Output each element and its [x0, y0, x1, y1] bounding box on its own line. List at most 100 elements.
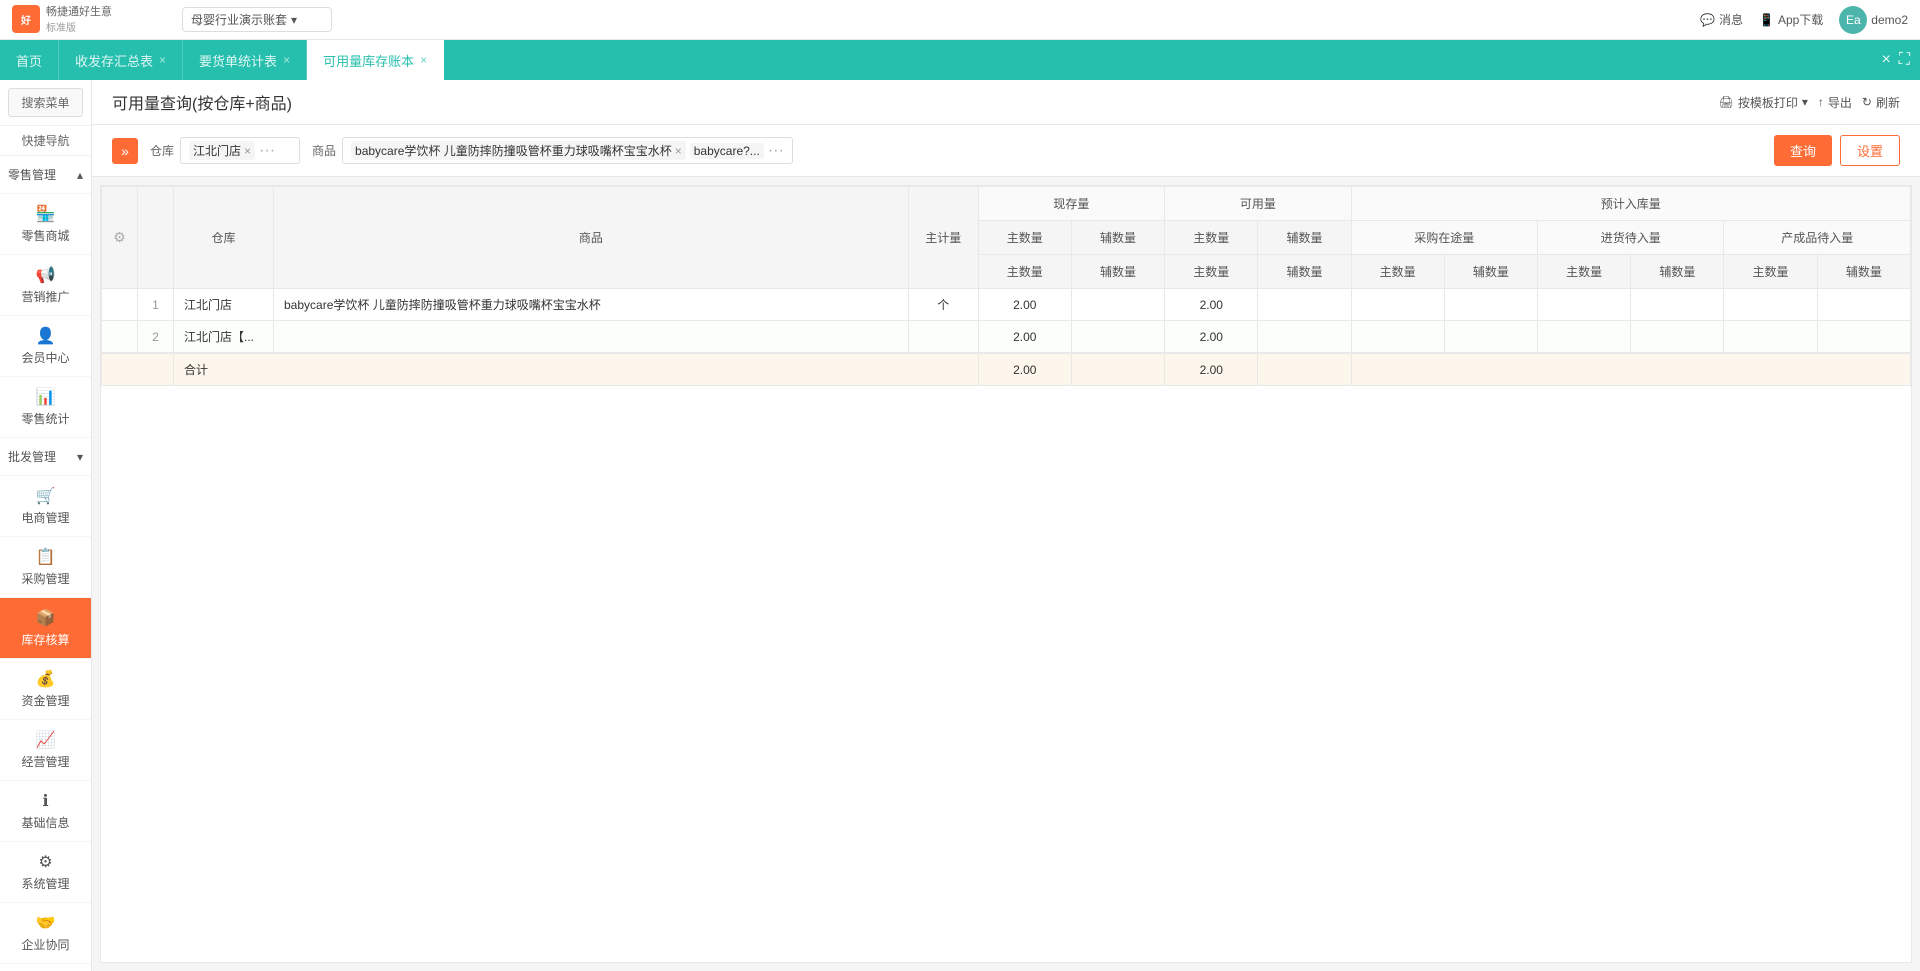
operations-icon: 📈	[36, 730, 56, 750]
tenant-selector[interactable]: 母婴行业演示账套 ▾	[182, 7, 332, 32]
sidebar-basic-label: 基础信息	[21, 814, 69, 831]
member-icon: 👤	[36, 326, 56, 346]
footer-rest	[1351, 353, 1910, 386]
warehouse-more-icon[interactable]: ···	[259, 142, 275, 160]
product-more-icon[interactable]: ···	[768, 142, 784, 160]
sidebar-item-wholesale[interactable]: 批发管理 ▾	[0, 438, 91, 476]
product-filter-group: 商品 babycare学饮杯 儿童防摔防撞吸管杯重力球吸嘴杯宝宝水杯 × bab…	[312, 137, 793, 164]
footer-empty	[102, 353, 174, 386]
footer-current-sub	[1071, 353, 1164, 386]
th-pt-main: 主数量	[1351, 255, 1444, 289]
filter-area: » 仓库 江北门店 × ··· 商品 babycare学饮杯 儿童防摔防撞吸管杯…	[92, 125, 1920, 177]
footer-avail-main: 2.00	[1165, 353, 1258, 386]
sidebar-item-operations[interactable]: 📈 经营管理	[0, 720, 91, 781]
settings-btn[interactable]: 设置	[1840, 135, 1900, 166]
th-current-main: 主数量	[978, 221, 1071, 255]
sidebar-item-marketing[interactable]: 📢 营销推广	[0, 255, 91, 316]
refresh-btn[interactable]: ↻ 刷新	[1862, 94, 1900, 111]
sidebar-item-retail-shop[interactable]: 🏪 零售商城	[0, 194, 91, 255]
system-icon: ⚙	[38, 852, 52, 872]
th-production-pending-group: 产成品待入量	[1724, 221, 1911, 255]
product-cell-1: babycare学饮杯 儿童防摔防撞吸管杯重力球吸嘴杯宝宝水杯	[274, 289, 909, 321]
ap-sub-1	[1631, 289, 1724, 321]
main-layout: 搜索菜单 快捷导航 零售管理 ▴ 🏪 零售商城 📢 营销推广 👤 会员中心 📊 …	[0, 80, 1920, 971]
tab-inventory-close[interactable]: ×	[420, 54, 427, 66]
tab-order-close[interactable]: ×	[283, 54, 290, 66]
sidebar-purchase-label: 采购管理	[21, 570, 69, 587]
pp-main-1	[1724, 289, 1817, 321]
product-cell-2	[274, 321, 909, 354]
print-btn[interactable]: 🖨 按模板打印 ▾	[1719, 94, 1808, 111]
export-label: 导出	[1828, 94, 1852, 111]
warehouse-filter-input[interactable]: 江北门店 × ···	[180, 137, 300, 164]
product-tag-1: babycare学饮杯 儿童防摔防撞吸管杯重力球吸嘴杯宝宝水杯 ×	[351, 141, 686, 160]
tab-inventory-label: 可用量库存账本	[323, 51, 414, 70]
sidebar-item-purchase[interactable]: 📋 采购管理	[0, 537, 91, 598]
unit-cell-2	[908, 321, 978, 354]
app-download-icon: 📱	[1759, 13, 1774, 27]
sidebar-item-finance[interactable]: 💰 资金管理	[0, 659, 91, 720]
sidebar-item-enterprise[interactable]: 🤝 企业协同	[0, 903, 91, 964]
tab-order[interactable]: 要货单统计表 ×	[183, 40, 307, 80]
footer-row: 合计 2.00 2.00	[102, 353, 1911, 386]
tab-inout-close[interactable]: ×	[159, 54, 166, 66]
message-btn[interactable]: 💬 消息	[1700, 11, 1743, 28]
app-name: 畅捷通好生意	[46, 5, 112, 19]
product-tag-1-close[interactable]: ×	[675, 144, 682, 158]
sidebar-item-newbie[interactable]: 🎯 新手引导	[0, 964, 91, 971]
maximize-btn[interactable]: ⛶	[1899, 51, 1910, 69]
app-logo: 好	[12, 5, 40, 33]
app-download-btn[interactable]: 📱 App下载	[1759, 11, 1823, 28]
print-chevron-icon: ▾	[1802, 95, 1808, 109]
tab-inout[interactable]: 收发存汇总表 ×	[59, 40, 183, 80]
filter-right-actions: 查询 设置	[1774, 135, 1900, 166]
th-cs-sub: 辅数量	[1071, 255, 1164, 289]
export-icon: ↑	[1818, 95, 1824, 109]
sidebar-item-system[interactable]: ⚙ 系统管理	[0, 842, 91, 903]
product-filter-input[interactable]: babycare学饮杯 儿童防摔防撞吸管杯重力球吸嘴杯宝宝水杯 × babyca…	[342, 137, 793, 164]
product-tag-2: babycare?...	[690, 143, 764, 159]
page-title: 可用量查询(按仓库+商品)	[112, 90, 292, 114]
marketing-icon: 📢	[36, 265, 56, 285]
filter-expand-btn[interactable]: »	[112, 138, 138, 164]
tab-home[interactable]: 首页	[0, 40, 59, 80]
sidebar-retail-shop-label: 零售商城	[21, 227, 69, 244]
tab-inventory[interactable]: 可用量库存账本 ×	[307, 40, 444, 80]
sidebar-item-member[interactable]: 👤 会员中心	[0, 316, 91, 377]
refresh-label: 刷新	[1876, 94, 1900, 111]
export-btn[interactable]: ↑ 导出	[1818, 94, 1852, 111]
sidebar-item-ecommerce[interactable]: 🛒 电商管理	[0, 476, 91, 537]
sidebar-item-basic[interactable]: ℹ 基础信息	[0, 781, 91, 842]
sidebar-search-area: 搜索菜单	[0, 80, 91, 126]
quick-nav-btn[interactable]: 快捷导航	[0, 126, 91, 156]
ap-main-1	[1538, 289, 1631, 321]
close-tab-btn[interactable]: ×	[1881, 51, 1890, 69]
query-btn[interactable]: 查询	[1774, 135, 1832, 166]
th-purchase-transit-group: 采购在途量	[1351, 221, 1537, 255]
chevron-wholesale-icon: ▾	[77, 450, 83, 464]
enterprise-icon: 🤝	[36, 913, 56, 933]
sidebar-ecommerce-label: 电商管理	[21, 509, 69, 526]
tab-order-label: 要货单统计表	[199, 51, 277, 70]
inventory-icon: 📦	[36, 608, 56, 628]
warehouse-tag-close[interactable]: ×	[244, 144, 251, 158]
table-row: 2 江北门店【... 2.00 2.00	[102, 321, 1911, 354]
sidebar-item-retail[interactable]: 零售管理 ▴	[0, 156, 91, 194]
th-avail-main: 主数量	[1165, 221, 1258, 255]
th-pt-sub: 辅数量	[1444, 255, 1537, 289]
sidebar-system-label: 系统管理	[21, 875, 69, 892]
sidebar-item-inventory[interactable]: 📦 库存核算	[0, 598, 91, 659]
app-download-label: App下载	[1778, 11, 1823, 28]
avatar: Ea	[1839, 6, 1867, 34]
user-area[interactable]: Ea demo2	[1839, 6, 1908, 34]
content-area: 可用量查询(按仓库+商品) 🖨 按模板打印 ▾ ↑ 导出 ↻ 刷新 »	[92, 80, 1920, 971]
sidebar-item-retail-stats[interactable]: 📊 零售统计	[0, 377, 91, 438]
avail-sub-2	[1258, 321, 1351, 354]
page-header: 可用量查询(按仓库+商品) 🖨 按模板打印 ▾ ↑ 导出 ↻ 刷新	[92, 80, 1920, 125]
search-menu-btn[interactable]: 搜索菜单	[8, 88, 83, 117]
print-icon: 🖨	[1719, 95, 1734, 109]
sidebar-inventory-label: 库存核算	[21, 631, 69, 648]
sidebar-finance-label: 资金管理	[21, 692, 69, 709]
basic-icon: ℹ	[42, 791, 48, 811]
column-settings-icon[interactable]: ⚙	[113, 229, 126, 245]
